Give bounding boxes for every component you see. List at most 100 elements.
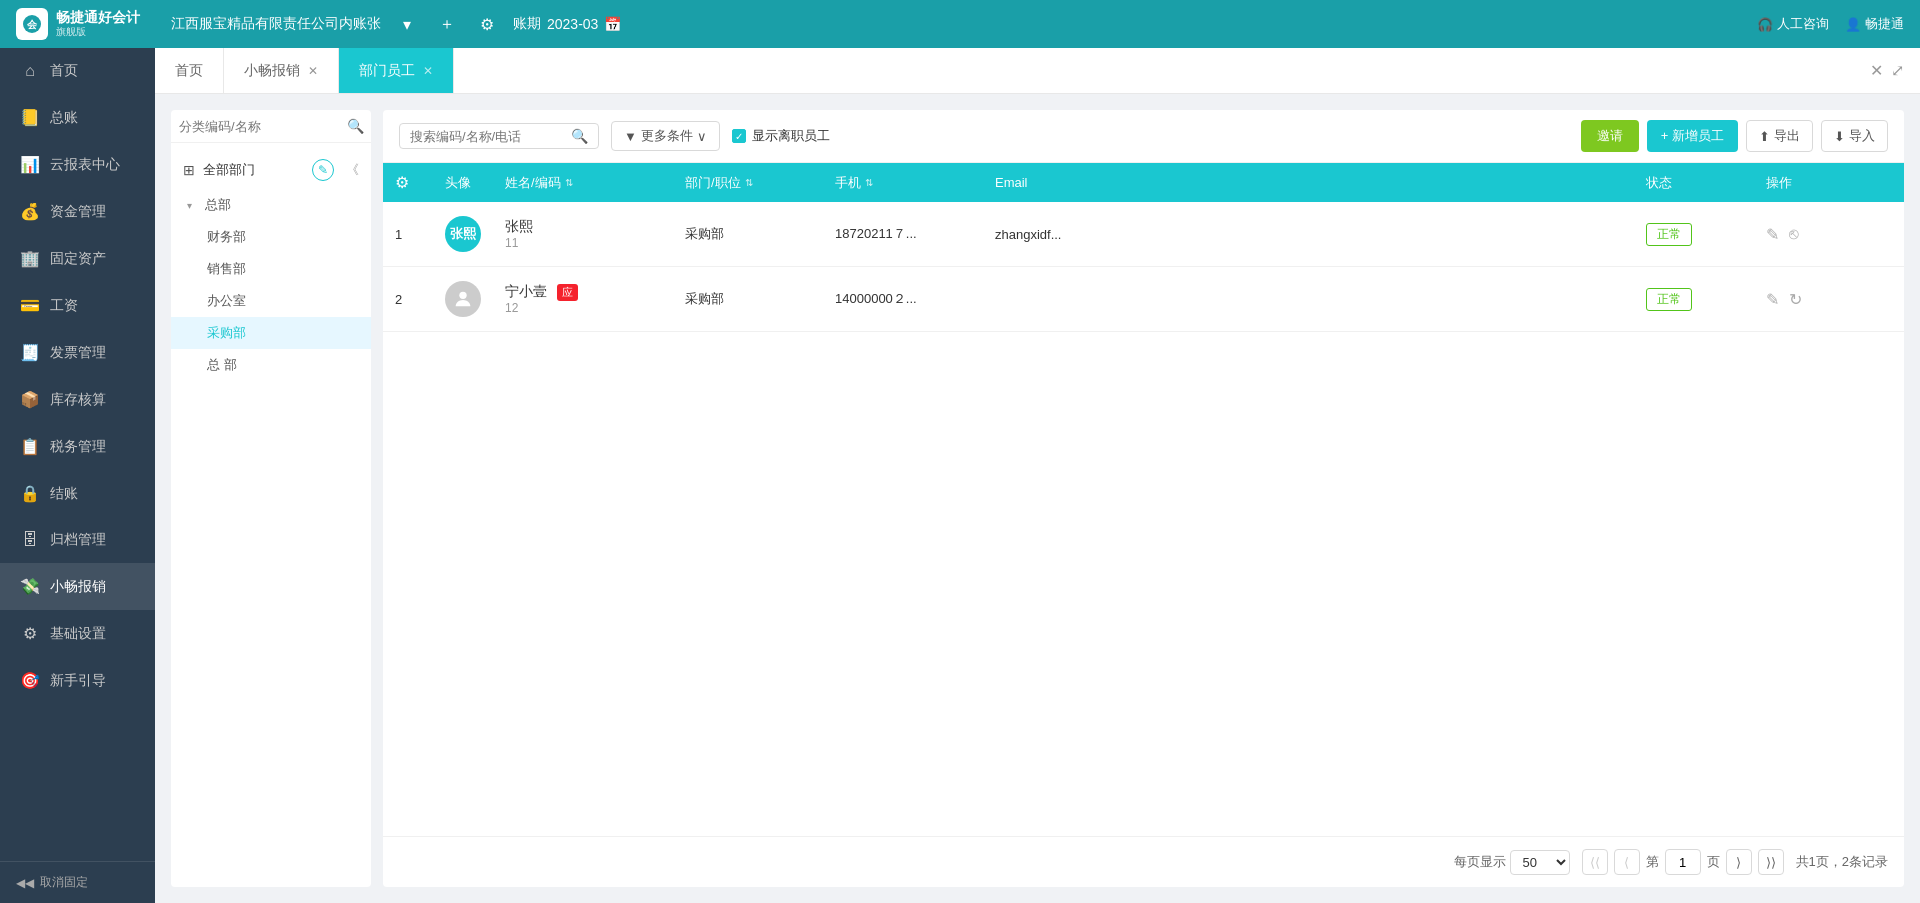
export-btn[interactable]: ⬆ 导出 [1746,120,1813,152]
col-email: Email [983,173,1634,192]
show-resigned-checkbox[interactable]: ✓ [732,129,746,143]
sidebar-item-payroll[interactable]: 💳 工资 [0,282,155,329]
sort-phone-icon[interactable]: ⇅ [865,177,873,188]
row2-index: 2 [383,267,433,331]
row2-actions: ✎ ↻ [1754,267,1904,331]
page-size-dropdown[interactable]: 10 20 50 100 [1510,850,1570,875]
company-dropdown-btn[interactable]: ▾ [393,10,421,38]
sidebar-item-ledger[interactable]: 📒 总账 [0,94,155,141]
close-period-icon: 🔒 [20,484,40,503]
dept-item-purchase-label: 采购部 [207,324,246,342]
row1-logout-btn[interactable]: ⎋ [1789,225,1799,243]
sort-name-icon[interactable]: ⇅ [565,177,573,188]
sidebar-item-archive[interactable]: 🗄 归档管理 [0,517,155,563]
table-body: 1 张熙 张熙 11 采购部 [383,202,1904,836]
row1-edit-btn[interactable]: ✎ [1766,225,1779,244]
sidebar-item-home[interactable]: ⌂ 首页 [0,48,155,94]
pin-icon: ◀◀ [16,876,34,890]
reports-icon: 📊 [20,155,40,174]
ledger-icon: 📒 [20,108,40,127]
dept-item-hq[interactable]: ▾ 总部 [171,189,371,221]
sort-dept-icon[interactable]: ⇅ [745,177,753,188]
import-btn[interactable]: ⬇ 导入 [1821,120,1888,152]
sidebar-item-settings[interactable]: ⚙ 基础设置 [0,610,155,657]
import-icon: ⬇ [1834,129,1845,144]
dept-item-office[interactable]: 办公室 [171,285,371,317]
row2-avatar [433,267,493,331]
tab-dept-employee-close[interactable]: ✕ [423,64,433,78]
pager: ⟨⟨ ⟨ 第 页 ⟩ ⟩⟩ [1582,849,1784,875]
dept-edit-btn[interactable]: ✎ [312,159,334,181]
sidebar-item-label-payroll: 工资 [50,297,78,315]
col-settings-icon[interactable]: ⚙ [395,173,409,192]
show-resigned-label[interactable]: ✓ 显示离职员工 [732,127,830,145]
tab-expense[interactable]: 小畅报销 ✕ [224,48,339,93]
pager-input[interactable] [1665,849,1701,875]
sidebar-item-guide[interactable]: 🎯 新手引导 [0,657,155,704]
col-phone[interactable]: 手机 ⇅ [823,173,983,192]
row2-emp-name: 宁小壹 [505,283,547,301]
sidebar-item-close[interactable]: 🔒 结账 [0,470,155,517]
col-status: 状态 [1634,173,1754,192]
dept-item-finance[interactable]: 财务部 [171,221,371,253]
row1-dept-value: 采购部 [685,225,724,243]
tab-expense-label: 小畅报销 [244,62,300,80]
tab-maximize-btn[interactable]: ⤢ [1891,61,1904,80]
user-profile-btn[interactable]: 👤 畅捷通 [1845,15,1904,33]
sidebar-item-assets[interactable]: 🏢 固定资产 [0,235,155,282]
sidebar-item-funds[interactable]: 💰 资金管理 [0,188,155,235]
pager-first-btn[interactable]: ⟨⟨ [1582,849,1608,875]
sidebar-item-expense[interactable]: 💸 小畅报销 [0,563,155,610]
app-title: 畅捷通好会计 [56,9,140,26]
tab-dept-employee-label: 部门员工 [359,62,415,80]
dept-item-sales[interactable]: 销售部 [171,253,371,285]
employee-search-icon[interactable]: 🔍 [571,128,588,144]
home-icon: ⌂ [20,62,40,80]
col-dept[interactable]: 部门/职位 ⇅ [673,173,823,192]
tab-home[interactable]: 首页 [155,48,224,93]
row2-refresh-btn[interactable]: ↻ [1789,290,1802,309]
sidebar-item-inventory[interactable]: 📦 库存核算 [0,376,155,423]
table-header: ⚙ 头像 姓名/编码 ⇅ 部门/职位 ⇅ 手机 ⇅ [383,163,1904,202]
sidebar-item-invoice[interactable]: 🧾 发票管理 [0,329,155,376]
settings-gear-icon[interactable]: ⚙ [473,10,501,38]
col-name[interactable]: 姓名/编码 ⇅ [493,173,673,192]
sidebar-item-label-reports: 云报表中心 [50,156,120,174]
human-service-btn[interactable]: 🎧 人工咨询 [1757,15,1829,33]
pager-label: 第 [1646,853,1659,871]
sidebar-item-tax[interactable]: 📋 税务管理 [0,423,155,470]
svg-text:会: 会 [26,19,38,30]
sidebar-item-reports[interactable]: 📊 云报表中心 [0,141,155,188]
sidebar-item-label-close: 结账 [50,485,78,503]
tab-dept-employee[interactable]: 部门员工 ✕ [339,48,454,93]
employee-panel: 🔍 ▼ 更多条件 ∨ ✓ 显示离职员工 邀请 + 新增员工 [383,110,1904,887]
pager-last-btn[interactable]: ⟩⟩ [1758,849,1784,875]
employee-search-input[interactable] [410,129,565,144]
page-size-label: 每页显示 [1454,853,1506,871]
dept-search-input[interactable] [179,119,347,134]
company-name[interactable]: 江西服宝精品有限责任公司内账张 [171,15,381,33]
row2-edit-btn[interactable]: ✎ [1766,290,1779,309]
dept-item-purchase[interactable]: 采购部 [171,317,371,349]
more-filter-btn[interactable]: ▼ 更多条件 ∨ [611,121,720,151]
dept-item-general[interactable]: 总 部 [171,349,371,381]
add-btn[interactable]: ＋ [433,10,461,38]
pager-prev-btn[interactable]: ⟨ [1614,849,1640,875]
col-actions: 操作 [1754,173,1904,192]
svg-point-2 [459,292,466,299]
tab-expense-close[interactable]: ✕ [308,64,318,78]
pager-next-btn[interactable]: ⟩ [1726,849,1752,875]
dept-collapse-icon[interactable]: 《 [346,161,359,179]
dept-all-item[interactable]: ⊞ 全部部门 ✎ 《 [171,151,371,189]
calendar-icon[interactable]: 📅 [604,16,621,32]
invoice-icon: 🧾 [20,343,40,362]
col-settings[interactable]: ⚙ [383,173,433,192]
page-size-select: 每页显示 10 20 50 100 [1454,850,1570,875]
cancel-pin-btn[interactable]: ◀◀ 取消固定 [0,861,155,903]
add-employee-btn[interactable]: + 新增员工 [1647,120,1738,152]
sidebar-item-label-archive: 归档管理 [50,531,106,549]
row1-status: 正常 [1634,202,1754,266]
invite-btn[interactable]: 邀请 [1581,120,1639,152]
tab-close-window-btn[interactable]: ✕ [1870,61,1883,80]
account-period-value[interactable]: 2023-03 [547,16,598,32]
